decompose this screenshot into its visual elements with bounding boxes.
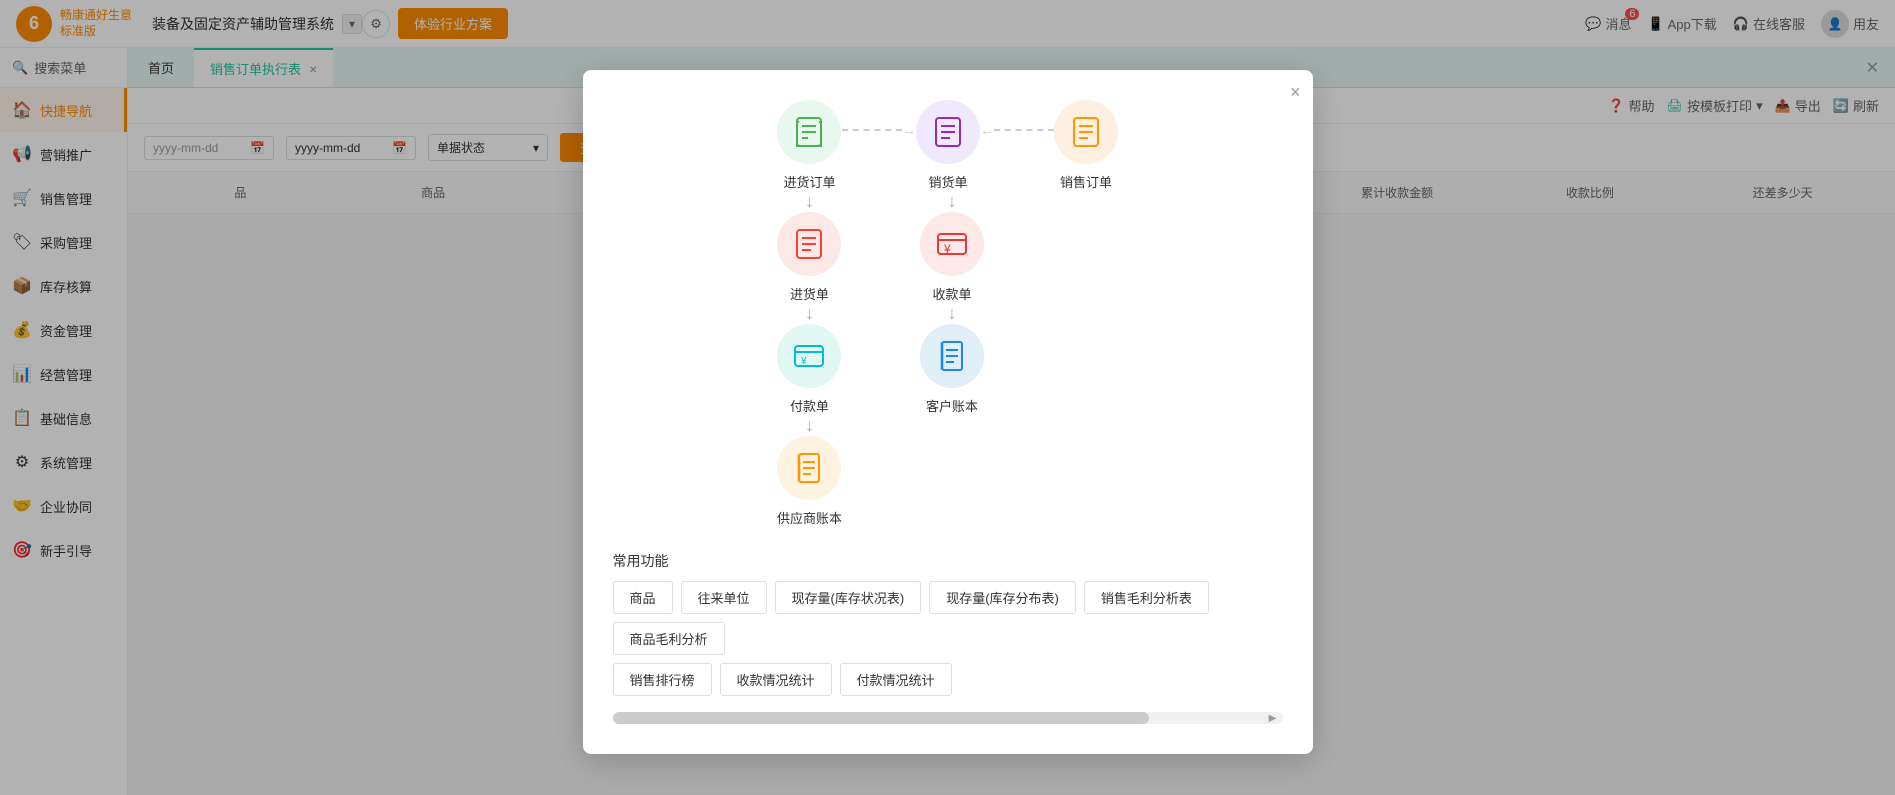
cf-btn-stock-dist[interactable]: 现存量(库存分布表) [929, 581, 1076, 614]
modal-close-button[interactable]: × [1290, 82, 1301, 103]
flow-node-sales-order[interactable]: 销售订单 [1054, 100, 1118, 191]
arrow-down-receipt: ↓ [948, 303, 957, 324]
cf-btn-sales-rank[interactable]: 销售排行榜 [613, 663, 712, 696]
flow-node-purchase-bill[interactable]: 进货单 [777, 212, 841, 303]
modal-scrollbar[interactable]: ▶ [613, 712, 1283, 724]
arrow-down-sales: ↓ [948, 191, 957, 212]
cf-btn-partner[interactable]: 往来单位 [681, 581, 767, 614]
flow-node-supplier-ledger[interactable]: 供应商账本 [777, 436, 842, 527]
flow-node-receipt[interactable]: ¥ 收款单 [920, 212, 984, 303]
svg-text:¥: ¥ [943, 242, 951, 256]
common-functions: 常用功能 商品 往来单位 现存量(库存状况表) 现存量(库存分布表) 销售毛利分… [613, 551, 1283, 696]
top-right-row: 销货单 ← 销售订单 [916, 100, 1118, 191]
cf-btn-sales-profit[interactable]: 销售毛利分析表 [1084, 581, 1209, 614]
receipt-circle: ¥ [920, 212, 984, 276]
purchase-order-circle [777, 100, 841, 164]
flow-node-payment[interactable]: ¥ 付款单 [777, 324, 841, 415]
scrollbar-right-arrow[interactable]: ▶ [1263, 712, 1283, 724]
right-flow-column: 销货单 ← 销售订单 ↓ ¥ [916, 100, 1118, 415]
cf-buttons-row2: 销售排行榜 收款情况统计 付款情况统计 [613, 663, 1283, 696]
cf-btn-stock-status[interactable]: 现存量(库存状况表) [775, 581, 922, 614]
modal-overlay[interactable]: × 进货订单 ↓ 进货单 ↓ [0, 0, 1895, 795]
customer-ledger-circle [920, 324, 984, 388]
arrow-down-2: ↓ [805, 303, 814, 324]
flow-diagram: 进货订单 ↓ 进货单 ↓ ¥ 付款单 ↓ [613, 100, 1283, 527]
arrow-down-3: ↓ [805, 415, 814, 436]
scrollbar-thumb[interactable] [613, 712, 1149, 724]
flow-node-purchase-order[interactable]: 进货订单 [777, 100, 841, 191]
flow-node-customer-ledger[interactable]: 客户账本 [920, 324, 984, 415]
right-top-arrow: ← [980, 100, 1054, 138]
cf-btn-goods[interactable]: 商品 [613, 581, 673, 614]
left-right-arrow: → [842, 100, 916, 138]
arrow-down-1: ↓ [805, 191, 814, 212]
cf-btn-receipt-stat[interactable]: 收款情况统计 [720, 663, 832, 696]
left-flow-column: 进货订单 ↓ 进货单 ↓ ¥ 付款单 ↓ [777, 100, 842, 527]
svg-text:¥: ¥ [800, 356, 807, 367]
cf-buttons-row1: 商品 往来单位 现存量(库存状况表) 现存量(库存分布表) 销售毛利分析表 商品… [613, 581, 1283, 655]
sales-bill-circle [916, 100, 980, 164]
payment-circle: ¥ [777, 324, 841, 388]
cf-btn-goods-profit[interactable]: 商品毛利分析 [613, 622, 725, 655]
sales-order-circle [1054, 100, 1118, 164]
flow-node-sales-bill[interactable]: 销货单 [916, 100, 980, 191]
supplier-ledger-circle [777, 436, 841, 500]
purchase-bill-circle [777, 212, 841, 276]
cf-btn-payment-stat[interactable]: 付款情况统计 [840, 663, 952, 696]
quick-nav-modal: × 进货订单 ↓ 进货单 ↓ [583, 70, 1313, 754]
common-functions-title: 常用功能 [613, 551, 1283, 571]
